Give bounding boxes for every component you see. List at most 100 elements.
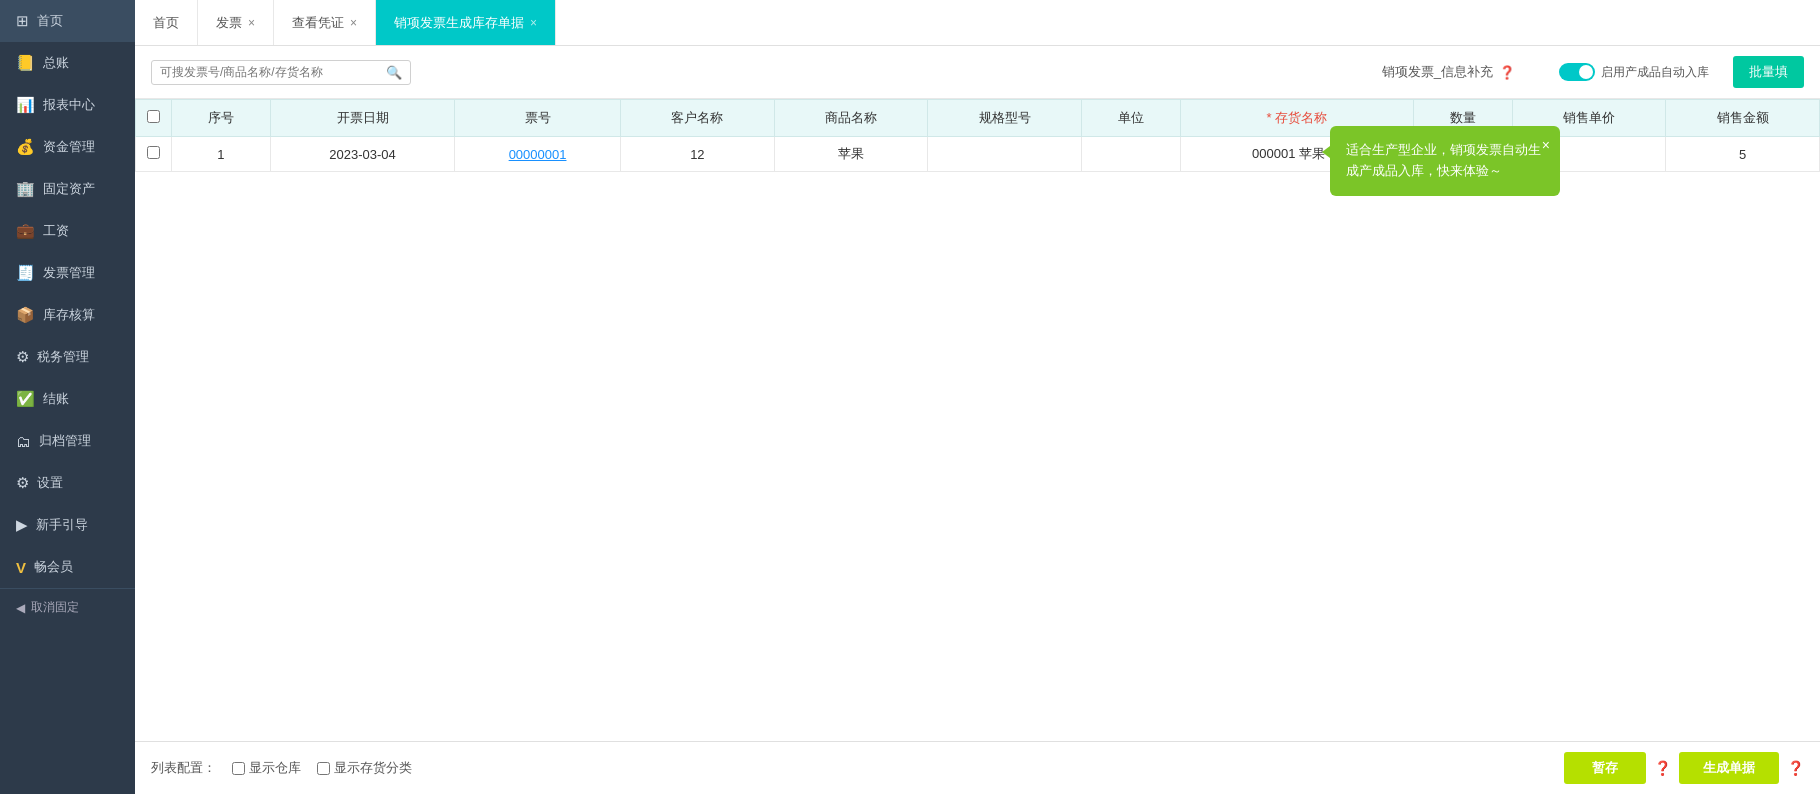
toggle-area: 启用产成品自动入库	[1559, 63, 1709, 81]
col-spec: 规格型号	[928, 100, 1082, 137]
col-amount: 销售金额	[1666, 100, 1820, 137]
sidebar-item-tax[interactable]: ⚙ 税务管理	[0, 336, 135, 378]
sidebar-item-label: 首页	[37, 12, 63, 30]
sidebar-item-label: 报表中心	[43, 96, 95, 114]
row-spec	[928, 137, 1082, 172]
row-customer: 12	[621, 137, 775, 172]
sidebar-item-label: 税务管理	[37, 348, 89, 366]
sidebar-item-label: 资金管理	[43, 138, 95, 156]
save-help-icon[interactable]: ❓	[1654, 760, 1671, 776]
row-seq: 1	[172, 137, 271, 172]
sidebar-item-label: 固定资产	[43, 180, 95, 198]
bottom-bar: 列表配置： 显示仓库 显示存货分类 暂存 ❓ 生成单据 ❓	[135, 741, 1820, 794]
sidebar-item-label: 工资	[43, 222, 69, 240]
search-box[interactable]: 🔍	[151, 60, 411, 85]
sidebar-item-reports[interactable]: 📊 报表中心	[0, 84, 135, 126]
col-unit: 单位	[1081, 100, 1180, 137]
row-product: 苹果	[774, 137, 928, 172]
sidebar-item-ledger[interactable]: 📒 总账	[0, 42, 135, 84]
data-table: 序号 开票日期 票号 客户名称 商品名称 规格型号 单位 * 存货名称 数量 销…	[135, 99, 1820, 172]
show-warehouse-label: 显示仓库	[249, 759, 301, 777]
row-number[interactable]: 00000001	[455, 137, 621, 172]
tab-home[interactable]: 首页	[135, 0, 198, 45]
info-help-icon[interactable]: ❓	[1499, 65, 1515, 80]
row-date: 2023-03-04	[270, 137, 454, 172]
sidebar-item-assets[interactable]: 🏢 固定资产	[0, 168, 135, 210]
tab-cancel-invoice-close[interactable]: ×	[530, 16, 537, 30]
sidebar-item-label: 结账	[43, 390, 69, 408]
reports-icon: 📊	[16, 96, 35, 114]
save-button[interactable]: 暂存	[1564, 752, 1646, 784]
cancel-fixed-icon: ◀	[16, 601, 25, 615]
show-inventory-category-checkbox[interactable]	[317, 762, 330, 775]
guide-icon: ▶	[16, 516, 28, 534]
col-customer: 客户名称	[621, 100, 775, 137]
table-row: 1 2023-03-04 00000001 12 苹果 000001 苹果 个 …	[136, 137, 1820, 172]
show-inventory-category-checkbox-label[interactable]: 显示存货分类	[317, 759, 412, 777]
auto-stock-toggle[interactable]	[1559, 63, 1595, 81]
sidebar-item-home[interactable]: ⊞ 首页	[0, 0, 135, 42]
invoice-mgmt-icon: 🧾	[16, 264, 35, 282]
sidebar-item-label: 设置	[37, 474, 63, 492]
sidebar-item-inventory[interactable]: 📦 库存核算	[0, 294, 135, 336]
show-warehouse-checkbox-label[interactable]: 显示仓库	[232, 759, 301, 777]
sidebar-item-funds[interactable]: 💰 资金管理	[0, 126, 135, 168]
home-icon: ⊞	[16, 12, 29, 30]
select-all-checkbox[interactable]	[147, 110, 160, 123]
generate-button[interactable]: 生成单据	[1679, 752, 1779, 784]
tab-cancel-invoice-label: 销项发票生成库存单据	[394, 14, 524, 32]
settings-icon: ⚙	[16, 474, 29, 492]
sidebar-item-label: 库存核算	[43, 306, 95, 324]
cancel-fixed[interactable]: ◀ 取消固定	[0, 588, 135, 626]
row-unit	[1081, 137, 1180, 172]
tab-invoice[interactable]: 发票 ×	[198, 0, 274, 45]
funds-icon: 💰	[16, 138, 35, 156]
tax-icon: ⚙	[16, 348, 29, 366]
col-checkbox	[136, 100, 172, 137]
tab-bar: 首页 发票 × 查看凭证 × 销项发票生成库存单据 ×	[135, 0, 1820, 46]
sidebar-item-wages[interactable]: 💼 工资	[0, 210, 135, 252]
tab-voucher-close[interactable]: ×	[350, 16, 357, 30]
show-warehouse-checkbox[interactable]	[232, 762, 245, 775]
sidebar-item-checkout[interactable]: ✅ 结账	[0, 378, 135, 420]
col-seq: 序号	[172, 100, 271, 137]
sidebar-item-member[interactable]: V 畅会员	[0, 546, 135, 588]
row-amount: 5	[1666, 137, 1820, 172]
toolbar: 🔍 销项发票_信息补充 ❓ 启用产成品自动入库 批量填	[135, 46, 1820, 99]
sidebar: ⊞ 首页 📒 总账 📊 报表中心 💰 资金管理 🏢 固定资产 💼 工资 🧾 发票…	[0, 0, 135, 794]
tab-invoice-close[interactable]: ×	[248, 16, 255, 30]
wages-icon: 💼	[16, 222, 35, 240]
sidebar-item-settings[interactable]: ⚙ 设置	[0, 462, 135, 504]
sidebar-item-invoice-mgmt[interactable]: 🧾 发票管理	[0, 252, 135, 294]
tooltip-close-button[interactable]: ×	[1542, 134, 1550, 156]
search-input[interactable]	[160, 65, 380, 79]
toggle-label: 启用产成品自动入库	[1601, 64, 1709, 81]
info-label: 销项发票_信息补充	[1382, 63, 1493, 81]
action-buttons: 暂存 ❓ 生成单据 ❓	[1564, 752, 1804, 784]
tab-voucher-label: 查看凭证	[292, 14, 344, 32]
col-date: 开票日期	[270, 100, 454, 137]
search-icon[interactable]: 🔍	[386, 65, 402, 80]
member-icon: V	[16, 559, 26, 576]
tooltip-text: 适合生产型企业，销项发票自动生成产成品入库，快来体验～	[1346, 142, 1541, 178]
config-label: 列表配置：	[151, 759, 216, 777]
sidebar-item-archive[interactable]: 🗂 归档管理	[0, 420, 135, 462]
cancel-fixed-label: 取消固定	[31, 599, 79, 616]
tab-voucher[interactable]: 查看凭证 ×	[274, 0, 376, 45]
main-area: 首页 发票 × 查看凭证 × 销项发票生成库存单据 × 🔍 销项发票_信息补充 …	[135, 0, 1820, 794]
info-section: 销项发票_信息补充 ❓	[1382, 63, 1515, 81]
row-checkbox-cell	[136, 137, 172, 172]
tooltip-popup: × 适合生产型企业，销项发票自动生成产成品入库，快来体验～	[1330, 126, 1560, 196]
assets-icon: 🏢	[16, 180, 35, 198]
tab-cancel-invoice[interactable]: 销项发票生成库存单据 ×	[376, 0, 556, 45]
batch-fill-button[interactable]: 批量填	[1733, 56, 1804, 88]
checkout-icon: ✅	[16, 390, 35, 408]
sidebar-item-guide[interactable]: ▶ 新手引导	[0, 504, 135, 546]
generate-help-icon[interactable]: ❓	[1787, 760, 1804, 776]
sidebar-item-label: 新手引导	[36, 516, 88, 534]
row-checkbox[interactable]	[147, 146, 160, 159]
show-inventory-category-label: 显示存货分类	[334, 759, 412, 777]
sidebar-item-label: 总账	[43, 54, 69, 72]
sidebar-item-label: 归档管理	[39, 432, 91, 450]
content-area: 🔍 销项发票_信息补充 ❓ 启用产成品自动入库 批量填	[135, 46, 1820, 794]
